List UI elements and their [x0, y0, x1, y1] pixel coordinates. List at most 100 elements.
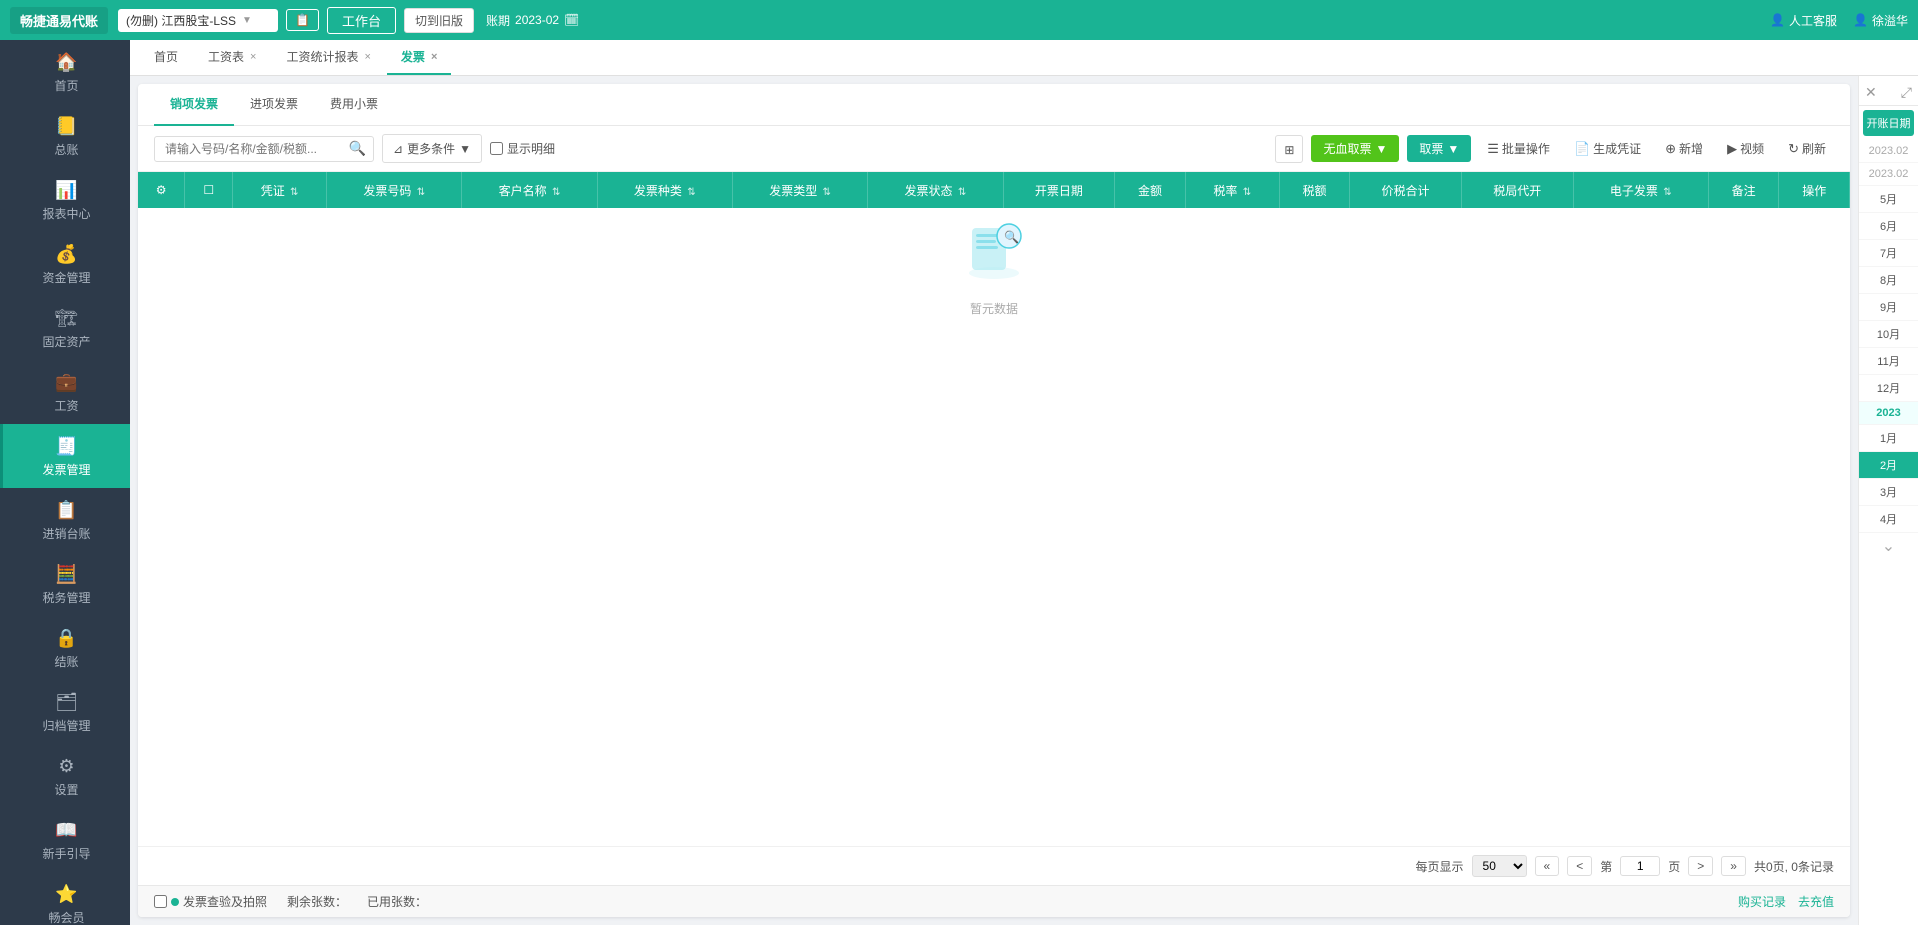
sidebar-item-label: 资金管理 [42, 269, 90, 286]
get-bill-button[interactable]: 取票 ▼ [1407, 135, 1471, 162]
sidebar-item-home[interactable]: 🏠 首页 [0, 40, 130, 104]
sidebar-item-newbie[interactable]: 📖 新手引导 [0, 808, 130, 872]
sidebar-item-tax[interactable]: 🧮 税务管理 [0, 552, 130, 616]
month-entry-2-active[interactable]: 2月 [1859, 452, 1918, 479]
month-entry-8[interactable]: 8月 [1859, 267, 1918, 294]
tab-invoice[interactable]: 发票 × [387, 41, 451, 75]
sidebar-item-invoice[interactable]: 🧾 发票管理 [0, 424, 130, 488]
filter-icon: ⊿ [393, 142, 403, 156]
last-page-button[interactable]: » [1721, 856, 1746, 876]
col-check[interactable]: ☐ [185, 172, 233, 208]
col-amount-tax[interactable]: 价税合计 [1350, 172, 1462, 208]
filter-button[interactable]: ⊿ 更多条件 ▼ [382, 134, 482, 163]
sidebar-item-member[interactable]: ⭐ 畅会员 [0, 872, 130, 925]
open-date-button[interactable]: 开账日期 [1863, 110, 1914, 136]
sidebar-item-close[interactable]: 🔒 结账 [0, 616, 130, 680]
search-input[interactable] [154, 136, 374, 162]
refresh-button[interactable]: ↻ 刷新 [1780, 135, 1834, 162]
right-panel-expand[interactable]: ⤢ [1901, 84, 1912, 101]
tab-home[interactable]: 首页 [140, 41, 192, 75]
col-invoice-status[interactable]: 发票状态 ⇅ [868, 172, 1003, 208]
col-tax[interactable]: 税额 [1279, 172, 1349, 208]
grid-settings-button[interactable]: ⊞ [1275, 135, 1303, 163]
col-tax-code[interactable]: 税局代开 [1461, 172, 1573, 208]
col-invoice-no[interactable]: 发票号码 ⇅ [327, 172, 462, 208]
customer-service[interactable]: 👤 人工客服 [1770, 12, 1837, 29]
company-selector[interactable]: (勿删) 江西股宝-LSS ▼ [118, 9, 278, 32]
video-label: 视频 [1740, 140, 1764, 157]
first-page-button[interactable]: « [1535, 856, 1560, 876]
scroll-down-button[interactable]: ⌄ [1859, 533, 1918, 559]
month-entry-5[interactable]: 5月 [1859, 186, 1918, 213]
page-size-select[interactable]: 50 10 20 100 [1472, 855, 1527, 877]
col-cert[interactable]: 凭证 ⇅ [233, 172, 327, 208]
copy-button[interactable]: 📋 [286, 9, 319, 31]
month-entry-1[interactable]: 1月 [1859, 425, 1918, 452]
recharge-link[interactable]: 去充值 [1798, 893, 1834, 910]
col-remark[interactable]: 备注 [1708, 172, 1778, 208]
month-entry-11[interactable]: 11月 [1859, 348, 1918, 375]
sidebar-item-archive[interactable]: 🗂 归档管理 [0, 680, 130, 744]
month-entry-9[interactable]: 9月 [1859, 294, 1918, 321]
col-amount[interactable]: 金额 [1115, 172, 1185, 208]
no-bill-button[interactable]: 无血取票 ▼ [1311, 135, 1399, 162]
sub-tab-expense-receipt[interactable]: 费用小票 [314, 84, 394, 126]
col-open-date[interactable]: 开票日期 [1003, 172, 1115, 208]
new-button[interactable]: ⊕ 新增 [1657, 135, 1711, 162]
next-page-button[interactable]: > [1688, 856, 1713, 876]
gen-cert-button[interactable]: 📄 生成凭证 [1566, 135, 1649, 162]
month-entry-7[interactable]: 7月 [1859, 240, 1918, 267]
invoice-check-checkbox[interactable] [154, 895, 167, 908]
right-panel-close[interactable]: ✕ [1865, 84, 1877, 101]
video-button[interactable]: ▶ 视频 [1719, 135, 1772, 162]
batch-op-label: 批量操作 [1502, 140, 1550, 157]
tab-salary-table-close[interactable]: × [250, 51, 256, 63]
month-entry-2023-02-2[interactable]: 2023.02 [1859, 163, 1918, 186]
sidebar-item-ledger[interactable]: 📒 总账 [0, 104, 130, 168]
show-detail-checkbox[interactable] [490, 142, 503, 155]
user-profile[interactable]: 👤 徐溢华 [1853, 12, 1908, 29]
sidebar-item-fixed[interactable]: 🏗 固定资产 [0, 296, 130, 360]
app-logo: 畅捷通易代账 [10, 7, 108, 34]
sidebar-item-finance[interactable]: 💰 资金管理 [0, 232, 130, 296]
sidebar-item-sales[interactable]: 📋 进销台账 [0, 488, 130, 552]
sidebar-item-salary[interactable]: 💼 工资 [0, 360, 130, 424]
month-entry-3[interactable]: 3月 [1859, 479, 1918, 506]
month-entry-6[interactable]: 6月 [1859, 213, 1918, 240]
tab-salary-stats[interactable]: 工资统计报表 × [272, 41, 384, 75]
month-entry-10[interactable]: 10月 [1859, 321, 1918, 348]
sidebar-item-reports[interactable]: 📊 报表中心 [0, 168, 130, 232]
page-input[interactable] [1620, 856, 1660, 876]
sub-tab-expense-label: 费用小票 [330, 95, 378, 112]
status-dot [171, 898, 179, 906]
col-settings[interactable]: ⚙ [138, 172, 185, 208]
sidebar-item-settings[interactable]: ⚙ 设置 [0, 744, 130, 808]
workbench-button[interactable]: 工作台 [327, 7, 396, 34]
col-tax-rate[interactable]: 税率 ⇅ [1185, 172, 1279, 208]
company-name: (勿删) 江西股宝-LSS [126, 12, 236, 29]
sub-tab-sales-invoice[interactable]: 销项发票 [154, 84, 234, 126]
switch-version-button[interactable]: 切到旧版 [404, 8, 474, 33]
no-bill-label: 无血取票 [1323, 140, 1371, 157]
month-entry-4[interactable]: 4月 [1859, 506, 1918, 533]
sidebar-item-label: 畅会员 [48, 909, 84, 925]
show-detail-checkbox-wrap[interactable]: 显示明细 [490, 140, 555, 157]
tab-salary-stats-close[interactable]: × [364, 51, 370, 63]
sub-tab-purchase-invoice[interactable]: 进项发票 [234, 84, 314, 126]
month-entry-12[interactable]: 12月 [1859, 375, 1918, 402]
col-e-invoice[interactable]: 电子发票 ⇅ [1573, 172, 1708, 208]
col-action[interactable]: 操作 [1779, 172, 1850, 208]
used-label: 已用张数： [367, 893, 427, 910]
purchase-record-link[interactable]: 购买记录 [1738, 893, 1786, 910]
col-invoice-class[interactable]: 发票类型 ⇅ [732, 172, 867, 208]
prev-page-button[interactable]: < [1567, 856, 1592, 876]
month-entry-2023-02-1[interactable]: 2023.02 [1859, 140, 1918, 163]
batch-op-button[interactable]: ☰ 批量操作 [1479, 135, 1558, 162]
col-invoice-type[interactable]: 发票种类 ⇅ [597, 172, 732, 208]
sidebar-item-label: 发票管理 [42, 461, 90, 478]
tab-salary-table[interactable]: 工资表 × [194, 41, 270, 75]
refresh-label: 刷新 [1802, 140, 1826, 157]
sidebar-item-label: 税务管理 [42, 589, 90, 606]
col-customer[interactable]: 客户名称 ⇅ [462, 172, 597, 208]
tab-invoice-close[interactable]: × [431, 51, 437, 63]
